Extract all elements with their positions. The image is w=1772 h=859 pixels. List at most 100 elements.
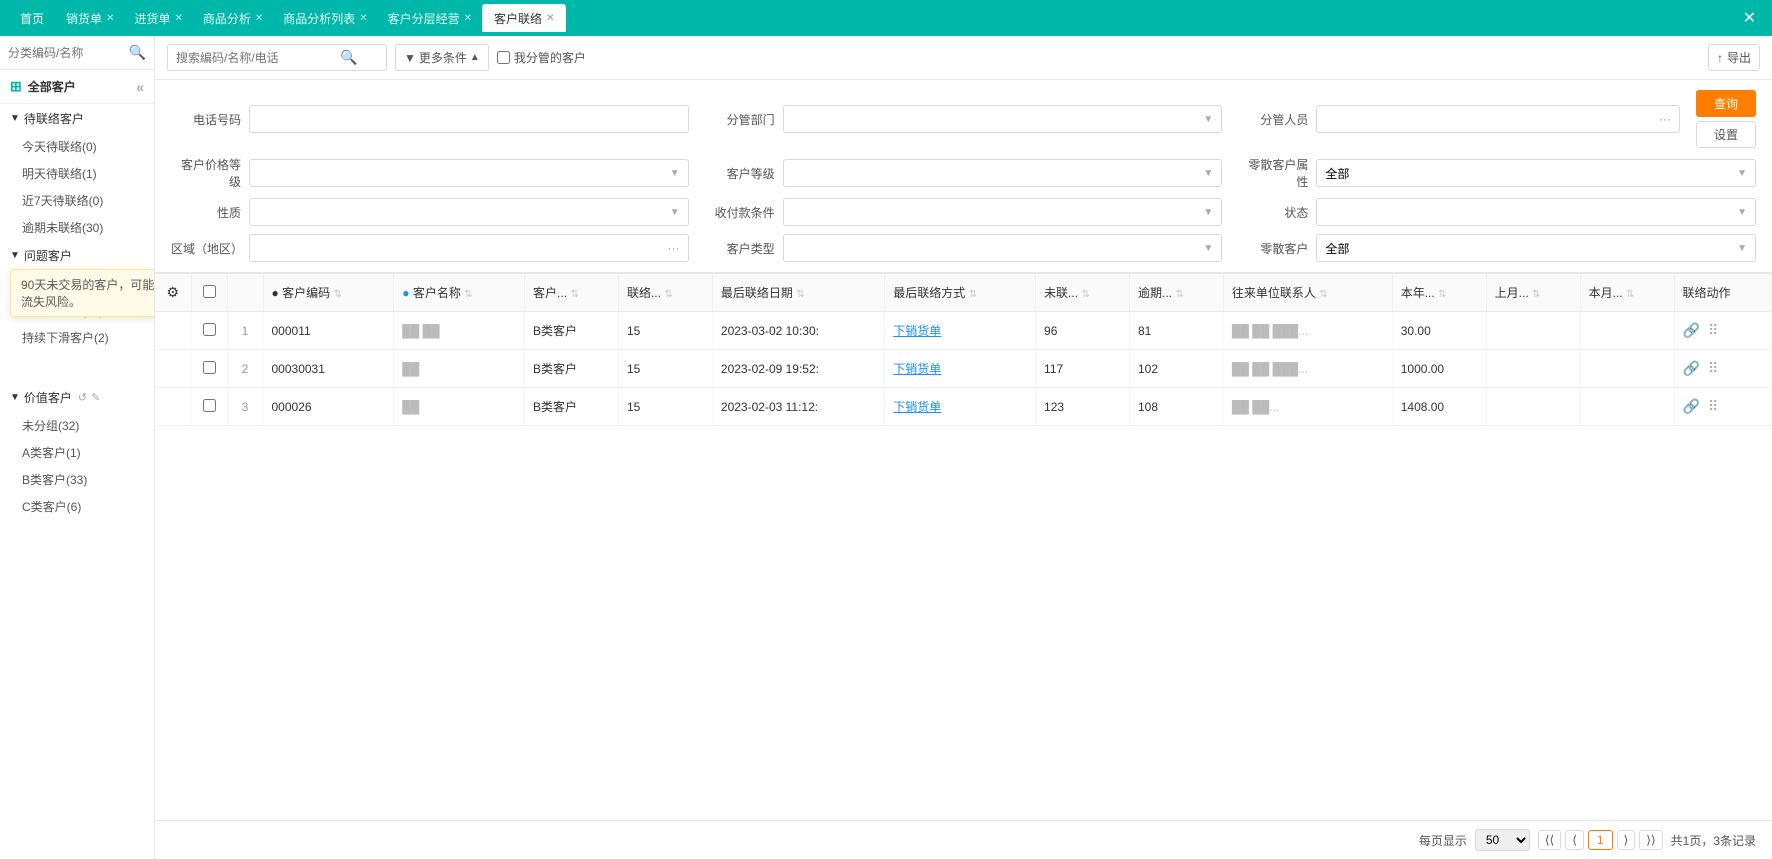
tab-purchase[interactable]: 进货单 ✕ [124, 4, 192, 32]
filter-manager-input[interactable]: ··· [1316, 105, 1680, 133]
tab-home[interactable]: 首页 [8, 4, 56, 32]
col-name[interactable]: ● 客户名称 ⇅ [394, 274, 525, 312]
col-last-date[interactable]: 最后联络日期 ⇅ [712, 274, 884, 312]
tab-goods-analysis-close[interactable]: ✕ [255, 13, 263, 24]
prev-page-btn[interactable]: ⟨ [1565, 830, 1584, 850]
sidebar-item-7days[interactable]: 近7天待联络(0) [0, 187, 154, 214]
sort-icon5: ⇅ [796, 289, 804, 300]
refresh-icon[interactable]: ↺ [78, 391, 87, 404]
tab-sales[interactable]: 销货单 ✕ [56, 4, 124, 32]
export-btn[interactable]: ↑ 导出 [1708, 44, 1760, 71]
next-page-btn[interactable]: ⟩ [1617, 830, 1636, 850]
row1-last-method[interactable]: 下销货单 [885, 312, 1036, 350]
filter-sparse-customer-select[interactable]: 全部 ▼ [1316, 234, 1756, 262]
row3-check[interactable] [191, 388, 227, 426]
select-all-checkbox[interactable] [203, 285, 216, 298]
edit-group-icon[interactable]: ✎ [91, 391, 100, 404]
chevron-down-icon: ▼ [1203, 114, 1213, 125]
sidebar-group-value-title[interactable]: ▼ 价值客户 ↺ ✎ [0, 383, 154, 412]
col-gear[interactable]: ⚙ [155, 274, 191, 312]
sidebar-item-today[interactable]: 今天待联络(0) [0, 133, 154, 160]
filter-status-select[interactable]: ▼ [1316, 198, 1756, 226]
col-check[interactable] [191, 274, 227, 312]
filter-region-input[interactable]: ··· [249, 234, 689, 262]
window-close[interactable]: ✕ [1735, 8, 1764, 28]
filter-price-level-select[interactable]: ▼ [249, 159, 689, 187]
search-icon[interactable]: 🔍 [340, 49, 357, 66]
chevron-down-icon4: ▼ [1737, 168, 1747, 179]
col-no-contact[interactable]: 未联... ⇅ [1036, 274, 1130, 312]
tab-customer-tier-close[interactable]: ✕ [464, 13, 472, 24]
filter-payment-select[interactable]: ▼ [783, 198, 1223, 226]
row2-link-icon[interactable]: 🔗 [1683, 360, 1700, 377]
tab-sales-close[interactable]: ✕ [106, 13, 114, 24]
my-customers-checkbox[interactable] [497, 51, 510, 64]
col-this-month[interactable]: 本月... ⇅ [1580, 274, 1674, 312]
tab-purchase-close[interactable]: ✕ [174, 13, 182, 24]
sidebar-item-class-b[interactable]: B类客户(33) [0, 466, 154, 493]
filter-phone-input[interactable] [249, 105, 689, 133]
tab-customer-contact-close[interactable]: ✕ [546, 13, 554, 24]
tab-goods-analysis-list-close[interactable]: ✕ [359, 13, 367, 24]
filter-dept: 分管部门 ▼ [705, 90, 1223, 148]
last-page-btn[interactable]: ⟩⟩ [1639, 830, 1662, 850]
row2-more-icon[interactable]: ⠿ [1708, 360, 1718, 377]
col-type[interactable]: 客户... ⇅ [525, 274, 619, 312]
row1-link-icon[interactable]: 🔗 [1683, 322, 1700, 339]
sidebar-group-pending-title[interactable]: ▼ 待联络客户 [0, 104, 154, 133]
col-index [227, 274, 263, 312]
filter-dept-select[interactable]: ▼ [783, 105, 1223, 133]
first-page-btn[interactable]: ⟨⟨ [1538, 830, 1561, 850]
col-this-year[interactable]: 本年... ⇅ [1392, 274, 1486, 312]
filter-customer-type-select[interactable]: ▼ [783, 234, 1223, 262]
row3-last-method[interactable]: 下销货单 [885, 388, 1036, 426]
row3-link-icon[interactable]: 🔗 [1683, 398, 1700, 415]
sidebar-item-declining[interactable]: 持续下滑客户(2) [0, 324, 154, 351]
row1-check[interactable] [191, 312, 227, 350]
sidebar-item-class-c[interactable]: C类客户(6) [0, 493, 154, 520]
sidebar-all-customers[interactable]: ⊞ 全部客户 « [0, 70, 154, 104]
row2-last-date: 2023-02-09 19:52: [712, 350, 884, 388]
col-code[interactable]: ● 客户编码 ⇅ [263, 274, 394, 312]
sidebar-item-tomorrow[interactable]: 明天待联络(1) [0, 160, 154, 187]
export-icon: ↑ [1717, 51, 1723, 65]
sidebar-search-input[interactable] [8, 46, 125, 60]
tab-goods-analysis[interactable]: 商品分析 ✕ [193, 4, 273, 32]
settings-button[interactable]: 设置 [1696, 121, 1756, 148]
row1-more-icon[interactable]: ⠿ [1708, 322, 1718, 339]
row3-type: B类客户 [525, 388, 619, 426]
tab-customer-tier[interactable]: 客户分层经营 ✕ [378, 4, 482, 32]
col-last-method[interactable]: 最后联络方式 ⇅ [885, 274, 1036, 312]
sidebar-item-overdue[interactable]: 逾期未联络(30) [0, 214, 154, 241]
collapse-icon[interactable]: « [136, 79, 144, 95]
col-contact[interactable]: 联络... ⇅ [618, 274, 712, 312]
sidebar-group-problem-title[interactable]: ▼ 问题客户 [0, 241, 154, 270]
filter-more-btn[interactable]: ▼ 更多条件 ▲ [395, 44, 489, 71]
tab-customer-contact[interactable]: 客户联络 ✕ [482, 4, 566, 32]
col-overdue[interactable]: 逾期... ⇅ [1129, 274, 1223, 312]
col-last-month[interactable]: 上月... ⇅ [1486, 274, 1580, 312]
query-button[interactable]: 查询 [1696, 90, 1756, 117]
sort-icon7: ⇅ [1081, 289, 1089, 300]
search-input[interactable] [176, 51, 336, 65]
page-size-select[interactable]: 50 100 200 [1475, 829, 1530, 851]
filter-sparse-customer-label: 零散客户 [1238, 240, 1308, 257]
filter-customer-level: 客户等级 ▼ [705, 156, 1223, 190]
filter-nature-select[interactable]: ▼ [249, 198, 689, 226]
col-contact-person[interactable]: 往来单位联系人 ⇅ [1223, 274, 1392, 312]
filter-customer-level-select[interactable]: ▼ [783, 159, 1223, 187]
filter-phone-label: 电话号码 [171, 111, 241, 128]
tab-goods-analysis-list[interactable]: 商品分析列表 ✕ [273, 4, 377, 32]
row3-more-icon[interactable]: ⠿ [1708, 398, 1718, 415]
chevron-down-icon8: ▼ [1203, 243, 1213, 254]
my-customers-check[interactable]: 我分管的客户 [497, 49, 586, 66]
row2-last-method[interactable]: 下销货单 [885, 350, 1036, 388]
sidebar-search-icon[interactable]: 🔍 [129, 44, 146, 61]
row2-check[interactable] [191, 350, 227, 388]
sidebar-item-ungrouped[interactable]: 未分组(32) [0, 412, 154, 439]
sidebar-item-class-a[interactable]: A类客户(1) [0, 439, 154, 466]
filter-sparse-attr-select[interactable]: 全部 ▼ [1316, 159, 1756, 187]
row1-code: 000011 [263, 312, 394, 350]
filter-customer-type: 客户类型 ▼ [705, 234, 1223, 262]
sort-icon9: ⇅ [1319, 289, 1327, 300]
